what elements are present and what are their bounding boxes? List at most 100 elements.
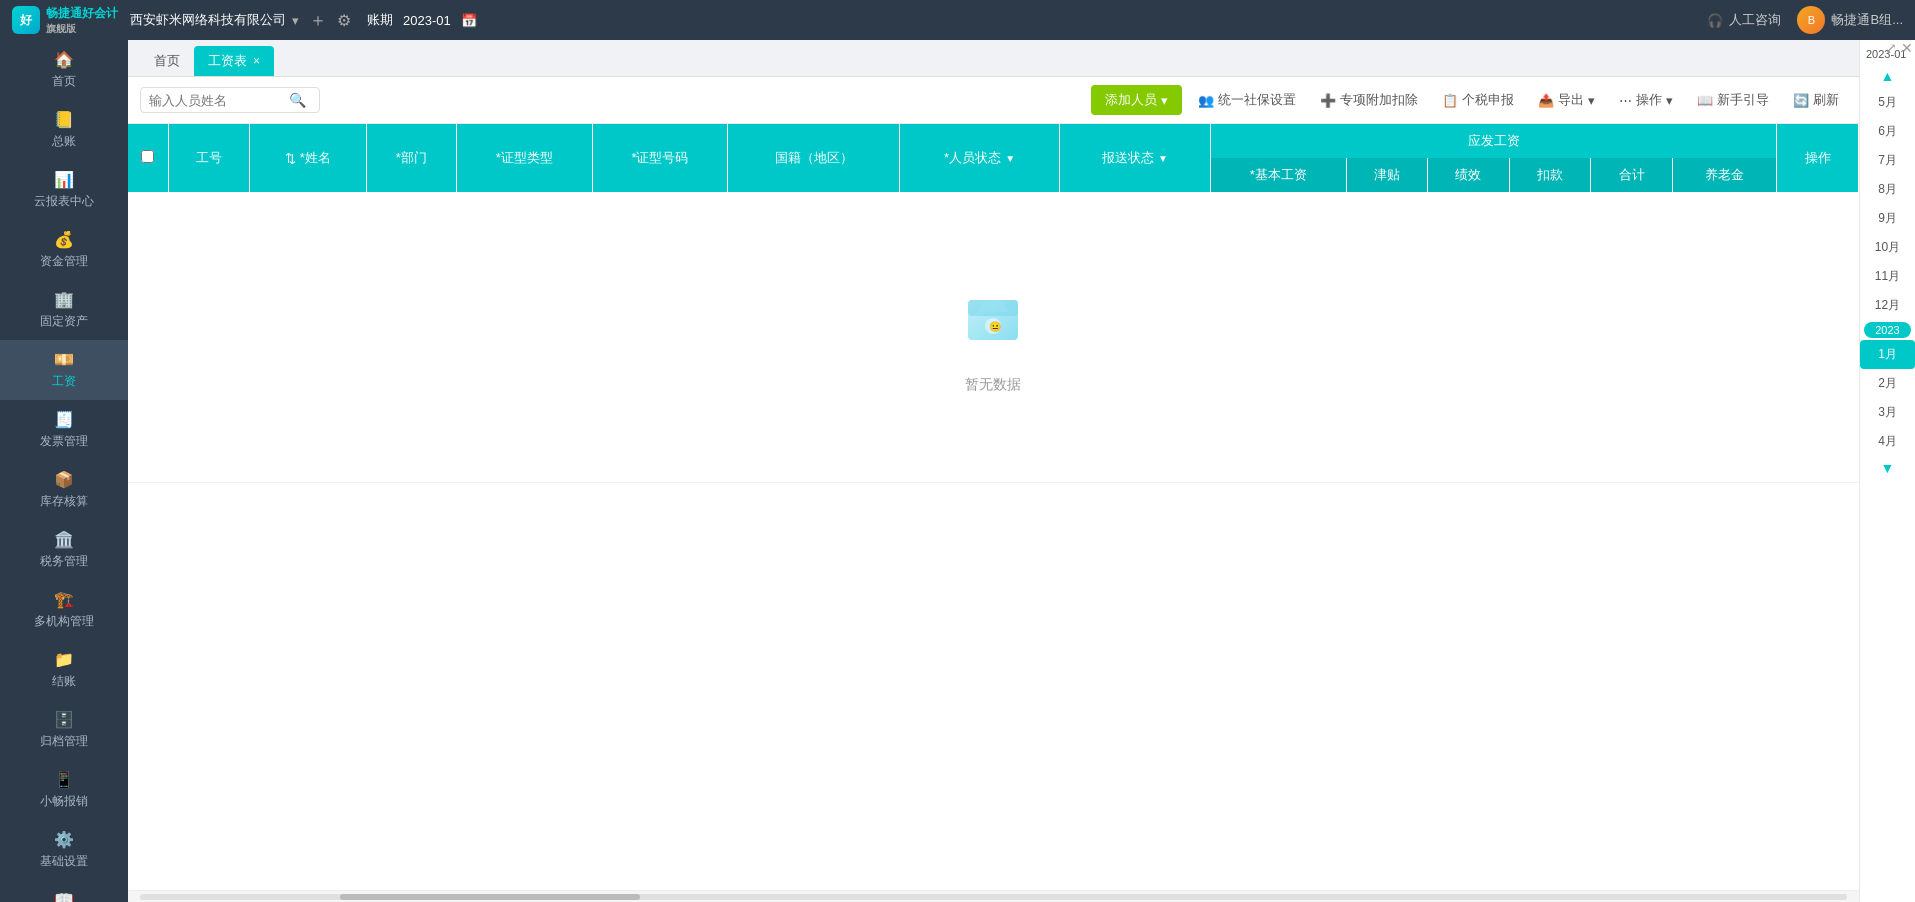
chevron-down-icon[interactable]: ▾ (292, 13, 299, 28)
refresh-btn[interactable]: 🔄 刷新 (1785, 87, 1847, 113)
tab-bar: 首页 工资表 × (128, 40, 1859, 77)
operation-arrow-icon: ▾ (1666, 93, 1673, 108)
period-label: 账期 (367, 11, 393, 29)
date-panel: 2023-01 ✕ ⤢ ▲ 5月 6月 7月 8月 9月 10月 11月 12月… (1859, 40, 1915, 902)
period-selector[interactable]: 账期 2023-01 📅 (367, 11, 477, 29)
user-menu[interactable]: B 畅捷通B组... (1797, 6, 1903, 34)
user-label: 畅捷通B组... (1831, 11, 1903, 29)
date-nav-down-button[interactable]: ▼ (1860, 456, 1915, 480)
salary-table: 工号 ⇅ *姓名 *部门 (128, 124, 1859, 483)
guide-toolbar-icon: 📖 (1697, 93, 1713, 108)
close-account-icon: 📁 (54, 650, 74, 669)
funds-icon: 💰 (54, 230, 74, 249)
date-month-2022-12[interactable]: 12月 (1860, 291, 1915, 320)
social-security-btn[interactable]: 👥 统一社保设置 (1190, 87, 1304, 113)
person-status-filter-icon[interactable]: ▼ (1005, 153, 1015, 164)
date-panel-resize-button[interactable]: ⤢ (1885, 40, 1897, 56)
th-total: 合计 (1591, 158, 1673, 192)
sidebar-item-close-account[interactable]: 📁 结账 (0, 640, 128, 700)
sidebar-item-fixed-assets[interactable]: 🏢 固定资产 (0, 280, 128, 340)
date-month-2022-06[interactable]: 6月 (1860, 117, 1915, 146)
date-month-2022-10[interactable]: 10月 (1860, 233, 1915, 262)
sidebar-item-ledger[interactable]: 📒 总账 (0, 100, 128, 160)
logo-sub: 旗舰版 (46, 22, 118, 36)
topbar-right: 🎧 人工咨询 B 畅捷通B组... (1707, 6, 1903, 34)
toolbar-right: 添加人员 ▾ 👥 统一社保设置 ➕ 专项附加扣除 📋 个税申 (1091, 85, 1847, 115)
operation-btn[interactable]: ⋯ 操作 ▾ (1611, 87, 1681, 113)
date-month-2022-05[interactable]: 5月 (1860, 88, 1915, 117)
date-month-2022-11[interactable]: 11月 (1860, 262, 1915, 291)
sidebar-item-invoice[interactable]: 🧾 发票管理 (0, 400, 128, 460)
inventory-icon: 📦 (54, 470, 74, 489)
export-label: 导出 (1558, 91, 1584, 109)
sidebar-item-settings[interactable]: ⚙️ 基础设置 (0, 820, 128, 880)
date-month-2023-01[interactable]: 1月 (1860, 340, 1915, 369)
salary-icon: 💴 (54, 350, 74, 369)
main-area: 🏠 首页 📒 总账 📊 云报表中心 💰 资金管理 🏢 固定资产 💴 工资 (0, 40, 1915, 902)
support-btn[interactable]: 🎧 人工咨询 (1707, 11, 1781, 29)
sidebar-item-expense[interactable]: 📱 小畅报销 (0, 760, 128, 820)
sidebar-item-guide[interactable]: 📖 新手引导 (0, 880, 128, 902)
th-wage-group: 应发工资 (1210, 124, 1776, 158)
export-arrow-icon: ▾ (1588, 93, 1595, 108)
invoice-icon: 🧾 (54, 410, 74, 429)
calendar-icon[interactable]: 📅 (461, 13, 477, 28)
add-icon[interactable]: ＋ (309, 8, 327, 32)
date-month-2023-04[interactable]: 4月 (1860, 427, 1915, 456)
guide-label: 新手引导 (1717, 91, 1769, 109)
tab-salary[interactable]: 工资表 × (194, 46, 274, 76)
sidebar-item-multi-org[interactable]: 🏗️ 多机构管理 (0, 580, 128, 640)
search-input-wrap[interactable]: 🔍 (140, 87, 320, 113)
guide-btn[interactable]: 📖 新手引导 (1689, 87, 1777, 113)
sidebar-label-multi-org: 多机构管理 (34, 613, 94, 630)
date-month-2023-03[interactable]: 3月 (1860, 398, 1915, 427)
th-country: 国籍（地区） (728, 124, 900, 192)
th-base-wage: *基本工资 (1210, 158, 1346, 192)
special-deduction-btn[interactable]: ➕ 专项附加扣除 (1312, 87, 1426, 113)
date-month-2022-07[interactable]: 7月 (1860, 146, 1915, 175)
tab-close-icon[interactable]: × (253, 54, 260, 68)
search-bar: 🔍 添加人员 ▾ 👥 统一社保设置 ➕ (128, 77, 1859, 124)
ledger-icon: 📒 (54, 110, 74, 129)
add-person-button[interactable]: 添加人员 ▾ (1091, 85, 1182, 115)
company-selector[interactable]: 西安虾米网络科技有限公司 ▾ (130, 11, 299, 29)
sidebar-item-salary[interactable]: 💴 工资 (0, 340, 128, 400)
sidebar-label-settings: 基础设置 (40, 853, 88, 870)
date-month-2022-09[interactable]: 9月 (1860, 204, 1915, 233)
sidebar-label-fixed-assets: 固定资产 (40, 313, 88, 330)
th-report-status[interactable]: 报送状态 ▼ (1059, 124, 1210, 192)
date-year-2023: 2023 (1864, 322, 1911, 338)
tab-home[interactable]: 首页 (140, 46, 194, 76)
date-panel-close-button[interactable]: ✕ (1901, 40, 1913, 56)
sidebar-item-tax[interactable]: 🏛️ 税务管理 (0, 520, 128, 580)
sidebar-label-ledger: 总账 (52, 133, 76, 150)
select-all-checkbox[interactable] (141, 150, 154, 163)
expense-icon: 📱 (54, 770, 74, 789)
tax-report-btn[interactable]: 📋 个税申报 (1434, 87, 1522, 113)
date-month-2022-08[interactable]: 8月 (1860, 175, 1915, 204)
sidebar-item-funds[interactable]: 💰 资金管理 (0, 220, 128, 280)
th-action: 操作 (1777, 124, 1859, 192)
report-status-filter-icon[interactable]: ▼ (1158, 153, 1168, 164)
sidebar-label-close-account: 结账 (52, 673, 76, 690)
th-person-status[interactable]: *人员状态 ▼ (900, 124, 1060, 192)
th-checkbox[interactable] (128, 124, 168, 192)
sidebar-label-funds: 资金管理 (40, 253, 88, 270)
settings-icon[interactable]: ⚙ (337, 11, 351, 30)
sidebar-item-home[interactable]: 🏠 首页 (0, 40, 128, 100)
date-nav-up-button[interactable]: ▲ (1860, 64, 1915, 88)
th-name[interactable]: ⇅ *姓名 (250, 124, 366, 192)
sidebar: 🏠 首页 📒 总账 📊 云报表中心 💰 资金管理 🏢 固定资产 💴 工资 (0, 40, 128, 902)
export-btn[interactable]: 📤 导出 ▾ (1530, 87, 1603, 113)
empty-state: 😐 暂无数据 (138, 200, 1849, 474)
search-input[interactable] (149, 93, 289, 108)
th-allowance: 津贴 (1346, 158, 1428, 192)
scroll-thumb[interactable] (340, 894, 640, 900)
operation-label: 操作 (1636, 91, 1662, 109)
sidebar-item-inventory[interactable]: 📦 库存核算 (0, 460, 128, 520)
app-container: 好 畅捷通好会计 旗舰版 西安虾米网络科技有限公司 ▾ ＋ ⚙ 账期 2023-… (0, 0, 1915, 902)
date-month-2023-02[interactable]: 2月 (1860, 369, 1915, 398)
sidebar-item-archive[interactable]: 🗄️ 归档管理 (0, 700, 128, 760)
sidebar-item-cloud-report[interactable]: 📊 云报表中心 (0, 160, 128, 220)
empty-icon: 😐 (953, 280, 1033, 360)
